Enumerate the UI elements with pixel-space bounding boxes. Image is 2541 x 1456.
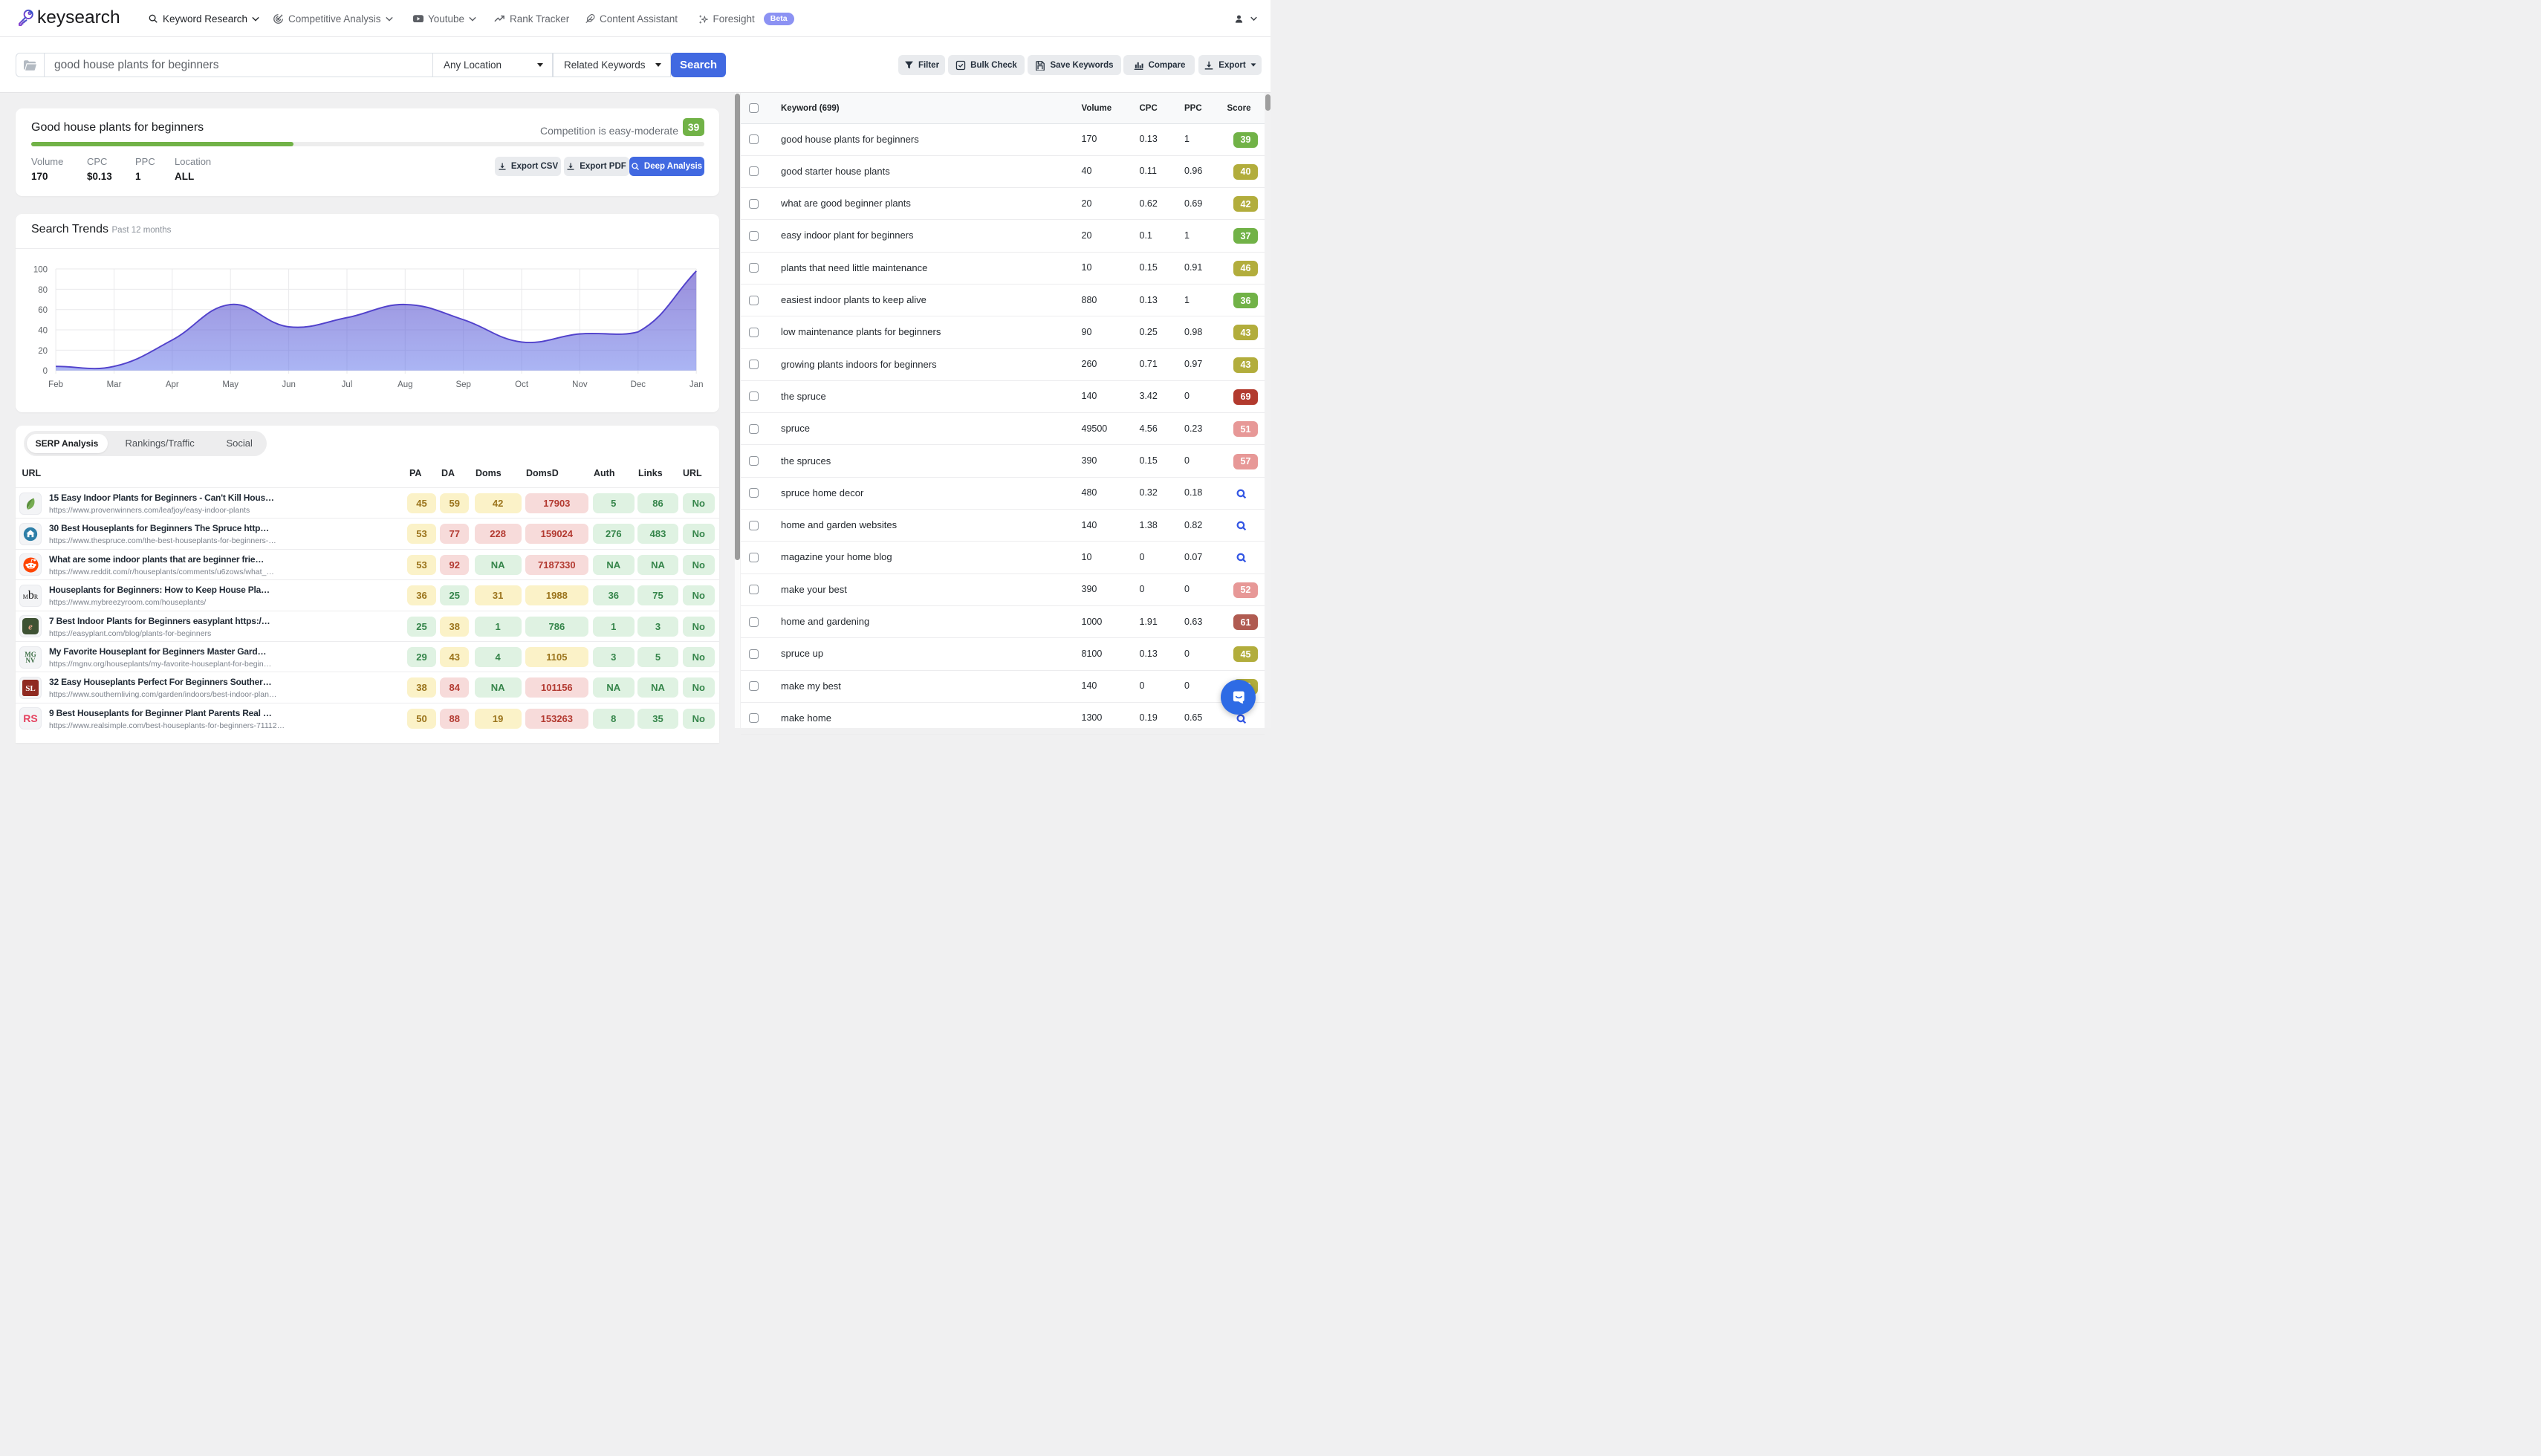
- svg-text:May: May: [222, 380, 238, 389]
- svg-text:Apr: Apr: [166, 380, 179, 389]
- svg-text:Jul: Jul: [342, 380, 353, 389]
- svg-text:Feb: Feb: [48, 380, 63, 389]
- svg-text:Oct: Oct: [515, 380, 529, 389]
- svg-text:e: e: [28, 622, 33, 632]
- svg-text:80: 80: [38, 286, 48, 295]
- svg-text:Nov: Nov: [572, 380, 588, 389]
- svg-text:100: 100: [33, 266, 48, 275]
- svg-text:60: 60: [38, 306, 48, 315]
- svg-text:Dec: Dec: [631, 380, 646, 389]
- svg-text:20: 20: [38, 347, 48, 356]
- svg-text:40: 40: [38, 327, 48, 336]
- svg-text:Aug: Aug: [397, 380, 412, 389]
- svg-text:Mar: Mar: [107, 380, 122, 389]
- svg-text:Jun: Jun: [282, 380, 296, 389]
- svg-text:Sep: Sep: [455, 380, 470, 389]
- svg-text:0: 0: [43, 367, 48, 376]
- svg-text:SL: SL: [25, 684, 35, 693]
- svg-text:Jan: Jan: [689, 380, 704, 389]
